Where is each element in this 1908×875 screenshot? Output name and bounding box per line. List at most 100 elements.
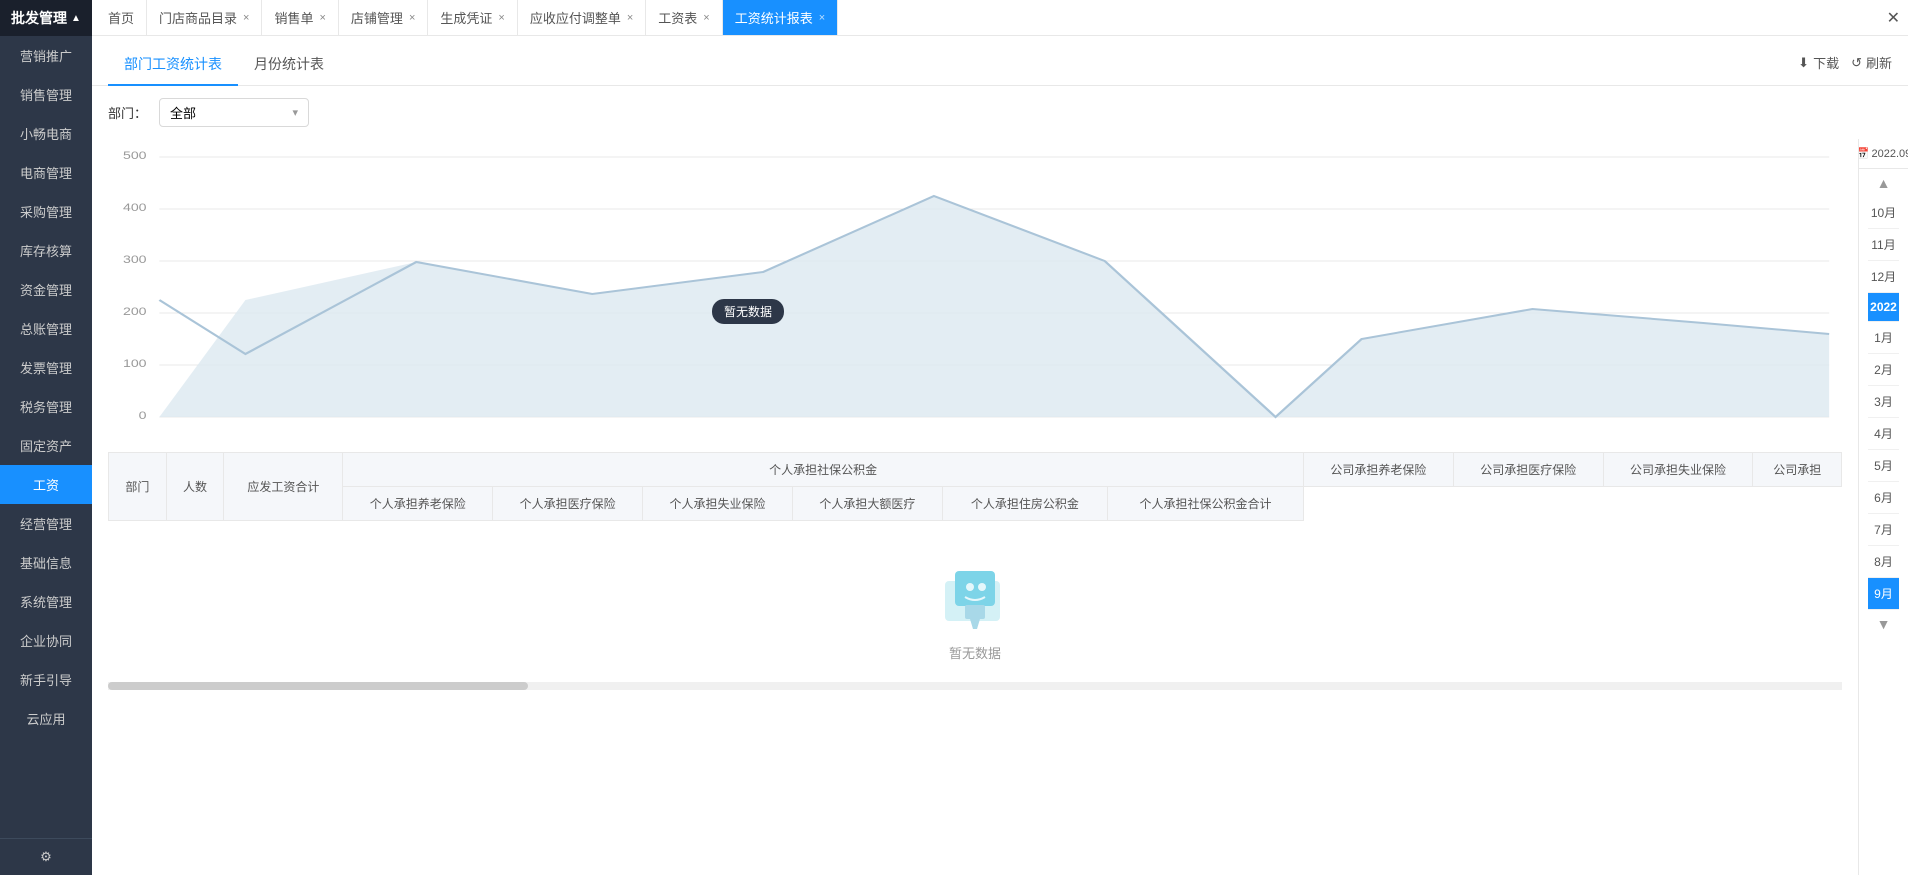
sidebar-settings[interactable]: ⚙: [0, 838, 92, 875]
refresh-button[interactable]: ↺ 刷新: [1851, 53, 1892, 72]
svg-text:100: 100: [123, 357, 147, 369]
tab-应收应付调整单[interactable]: 应收应付调整单×: [518, 0, 646, 36]
tab-close-icon[interactable]: ×: [703, 12, 709, 24]
sidebar-item-云应用[interactable]: 云应用: [0, 699, 92, 738]
date-panel-current: 2022.09: [1871, 148, 1908, 160]
sidebar-item-固定资产[interactable]: 固定资产: [0, 426, 92, 465]
tab-bar: 首页门店商品目录×销售单×店铺管理×生成凭证×应收应付调整单×工资表×工资统计报…: [92, 0, 1908, 36]
date-panel-item-2月[interactable]: 2月: [1868, 354, 1899, 386]
sidebar-item-总账管理[interactable]: 总账管理: [0, 309, 92, 348]
col-sub-personal-medical: 个人承担医疗保险: [493, 487, 643, 521]
date-panel-item-9月[interactable]: 9月: [1868, 578, 1899, 610]
sidebar-item-基础信息[interactable]: 基础信息: [0, 543, 92, 582]
tab-close-icon[interactable]: ×: [409, 12, 415, 24]
sidebar-item-营销推广[interactable]: 营销推广: [0, 36, 92, 75]
sidebar-item-税务管理[interactable]: 税务管理: [0, 387, 92, 426]
col-header-company-pension: 公司承担养老保险: [1303, 453, 1453, 487]
sidebar-item-采购管理[interactable]: 采购管理: [0, 192, 92, 231]
tab-close-icon[interactable]: ×: [319, 12, 325, 24]
svg-text:500: 500: [123, 149, 147, 161]
col-header-personal-group: 个人承担社保公积金: [343, 453, 1304, 487]
col-header-count: 人数: [166, 453, 224, 521]
date-panel-item-7月[interactable]: 7月: [1868, 514, 1899, 546]
col-sub-personal-serious: 个人承担大额医疗: [792, 487, 942, 521]
date-panel-item-1月[interactable]: 1月: [1868, 322, 1899, 354]
calendar-icon: 📅: [1858, 147, 1869, 160]
tab-close-icon[interactable]: ×: [498, 12, 504, 24]
sidebar-item-库存核算[interactable]: 库存核算: [0, 231, 92, 270]
date-panel-item-6月[interactable]: 6月: [1868, 482, 1899, 514]
tab-门店商品目录[interactable]: 门店商品目录 ×: [147, 0, 262, 36]
sidebar-item-系统管理[interactable]: 系统管理: [0, 582, 92, 621]
content-area: 部门工资统计表月份统计表 ⬇ 下载 ↺ 刷新 部门： 全部 ▾: [92, 36, 1908, 875]
sidebar-item-经营管理[interactable]: 经营管理: [0, 504, 92, 543]
tab-店铺管理[interactable]: 店铺管理×: [339, 0, 428, 36]
date-panel-item-8月[interactable]: 8月: [1868, 546, 1899, 578]
table-scrollbar-thumb[interactable]: [108, 682, 528, 690]
page-content: 部门工资统计表月份统计表 ⬇ 下载 ↺ 刷新 部门： 全部 ▾: [92, 36, 1908, 875]
inner-tab-actions: ⬇ 下载 ↺ 刷新: [1798, 53, 1892, 80]
date-panel-item-5月[interactable]: 5月: [1868, 450, 1899, 482]
table-header-sub-row: 个人承担养老保险 个人承担医疗保险 个人承担失业保险 个人承担大额医疗 个人承担…: [109, 487, 1842, 521]
tab-首页[interactable]: 首页: [96, 0, 147, 36]
department-select[interactable]: 全部 ▾: [159, 98, 309, 127]
empty-state: 暂无数据: [108, 521, 1842, 682]
col-sub-personal-pension: 个人承担养老保险: [343, 487, 493, 521]
close-all-tabs-button[interactable]: ✕: [1887, 8, 1900, 28]
area-chart: 500 400 300 200 100 0: [108, 139, 1842, 449]
date-panel-item-12月[interactable]: 12月: [1868, 261, 1899, 293]
table-header-group-row: 部门 人数 应发工资合计 个人承担社保公积金 公司承担养老保险 公司承担医疗保险…: [109, 453, 1842, 487]
tab-label: 门店商品目录: [159, 8, 237, 27]
date-panel-item-2022[interactable]: 2022: [1868, 293, 1899, 322]
sidebar-item-电商管理[interactable]: 电商管理: [0, 153, 92, 192]
download-label: 下载: [1813, 53, 1839, 72]
date-panel-item-3月[interactable]: 3月: [1868, 386, 1899, 418]
svg-text:400: 400: [123, 201, 147, 213]
download-icon: ⬇: [1798, 55, 1809, 71]
filter-row: 部门： 全部 ▾: [92, 86, 1908, 139]
tab-工资表[interactable]: 工资表 ×: [646, 0, 722, 36]
tab-label: 工资表: [658, 8, 697, 27]
tab-label: 销售单: [274, 8, 313, 27]
date-panel: 📅 2022.09 ▲ 10月11月12月20221月2月3月4月5月6月7月8…: [1858, 139, 1908, 875]
tab-close-icon[interactable]: ×: [627, 12, 633, 24]
refresh-label: 刷新: [1866, 53, 1892, 72]
main-area: 首页门店商品目录×销售单×店铺管理×生成凭证×应收应付调整单×工资表×工资统计报…: [92, 0, 1908, 875]
col-header-salary: 应发工资合计: [224, 453, 343, 521]
empty-icon: [935, 561, 1015, 631]
empty-text: 暂无数据: [949, 643, 1001, 662]
tab-销售单[interactable]: 销售单 ×: [262, 0, 338, 36]
chart-area-wrapper: 500 400 300 200 100 0: [92, 139, 1908, 875]
inner-tab-部门工资统计表[interactable]: 部门工资统计表: [108, 48, 238, 86]
sidebar-item-小畅电商[interactable]: 小畅电商: [0, 114, 92, 153]
sidebar-item-新手引导[interactable]: 新手引导: [0, 660, 92, 699]
tab-生成凭证[interactable]: 生成凭证×: [428, 0, 517, 36]
col-sub-personal-housing: 个人承担住房公积金: [942, 487, 1107, 521]
tab-label: 工资统计报表: [735, 8, 813, 27]
tab-close-icon[interactable]: ×: [243, 12, 249, 24]
gear-icon: ⚙: [40, 849, 52, 864]
sidebar-item-销售管理[interactable]: 销售管理: [0, 75, 92, 114]
inner-tab-月份统计表[interactable]: 月份统计表: [238, 48, 340, 86]
col-header-dept: 部门: [109, 453, 167, 521]
col-sub-personal-total: 个人承担社保公积金合计: [1107, 487, 1303, 521]
tab-工资统计报表[interactable]: 工资统计报表 ×: [723, 0, 838, 36]
col-header-company-medical: 公司承担医疗保险: [1453, 453, 1603, 487]
date-panel-header: 📅 2022.09: [1859, 139, 1908, 169]
sidebar-item-发票管理[interactable]: 发票管理: [0, 348, 92, 387]
date-panel-nav-down[interactable]: ▼: [1877, 610, 1891, 638]
sidebar-item-企业协同[interactable]: 企业协同: [0, 621, 92, 660]
sidebar-header[interactable]: 批发管理 ▲: [0, 0, 92, 36]
svg-text:300: 300: [123, 253, 147, 265]
tab-close-icon[interactable]: ×: [819, 12, 825, 24]
sidebar-item-工资[interactable]: 工资: [0, 465, 92, 504]
date-panel-item-4月[interactable]: 4月: [1868, 418, 1899, 450]
table-scrollbar[interactable]: [108, 682, 1842, 690]
date-panel-item-11月[interactable]: 11月: [1868, 229, 1899, 261]
date-panel-item-10月[interactable]: 10月: [1868, 197, 1899, 229]
date-panel-nav-up[interactable]: ▲: [1877, 169, 1891, 197]
table-wrapper: 部门 人数 应发工资合计 个人承担社保公积金 公司承担养老保险 公司承担医疗保险…: [108, 452, 1842, 682]
chart-section: 500 400 300 200 100 0: [92, 139, 1858, 875]
download-button[interactable]: ⬇ 下载: [1798, 53, 1839, 72]
sidebar-item-资金管理[interactable]: 资金管理: [0, 270, 92, 309]
